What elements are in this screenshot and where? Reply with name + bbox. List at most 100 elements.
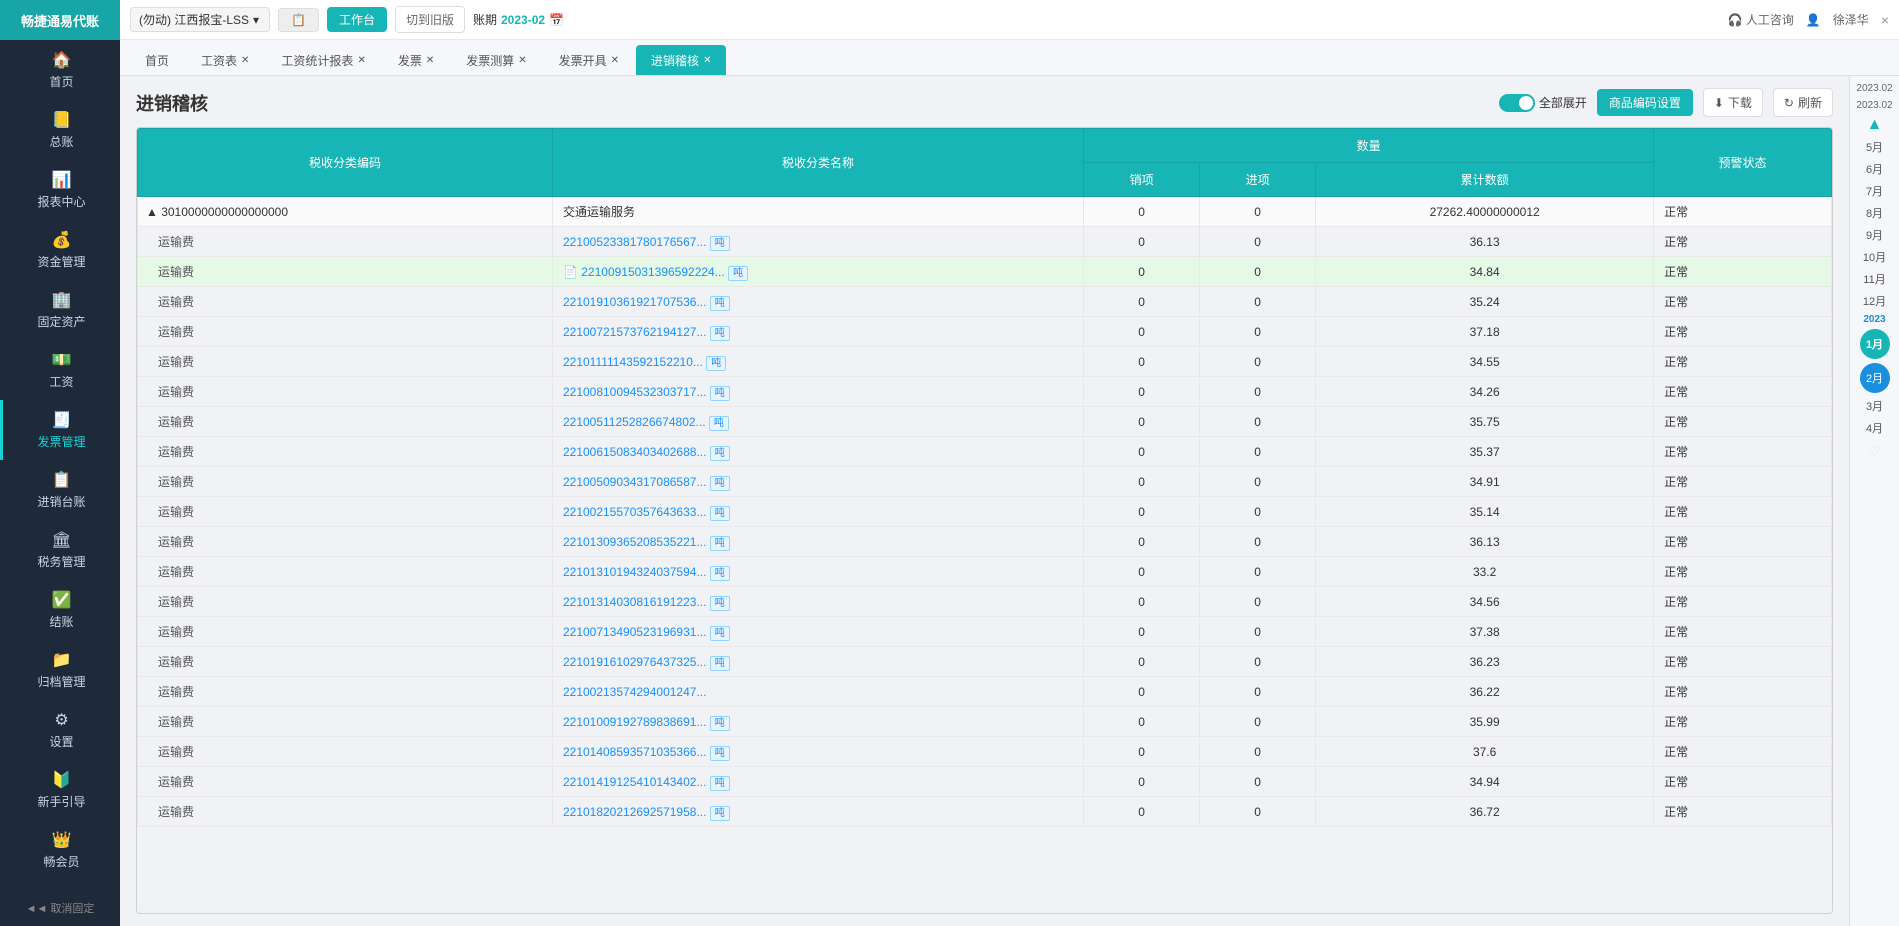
tab-close-icon[interactable]: ✕ bbox=[518, 55, 526, 66]
col-header-purchase: 进项 bbox=[1200, 163, 1316, 197]
table-row[interactable]: 运输费 22101820212692571958... 吨 0 0 36.72 … bbox=[138, 797, 1832, 827]
sidebar-item-capital[interactable]: 💰 资金管理 bbox=[0, 220, 120, 280]
cell-invoice-no: 22101310194324037594... 吨 bbox=[552, 557, 1083, 587]
sidebar-item-invoice[interactable]: 🧾 发票管理 bbox=[0, 400, 120, 460]
table-row[interactable]: 运输费 22100721573762194127... 吨 0 0 37.18 … bbox=[138, 317, 1832, 347]
tab-close-icon[interactable]: ✕ bbox=[703, 55, 711, 66]
cell-invoice-no: 22101309365208535221... 吨 bbox=[552, 527, 1083, 557]
tab-invoice-calc[interactable]: 发票测算 ✕ bbox=[451, 45, 541, 75]
sidebar-item-guide[interactable]: 🔰 新手引导 bbox=[0, 760, 120, 820]
sidebar-item-archive[interactable]: 📁 归档管理 bbox=[0, 640, 120, 700]
table-row[interactable]: 运输费 22101309365208535221... 吨 0 0 36.13 … bbox=[138, 527, 1832, 557]
sidebar-item-purchase[interactable]: 📋 进销台账 bbox=[0, 460, 120, 520]
tab-home[interactable]: 首页 bbox=[130, 45, 184, 75]
month-6[interactable]: 6月 bbox=[1852, 158, 1897, 180]
month-2-active[interactable]: 2月 bbox=[1860, 363, 1890, 393]
sidebar-unpin[interactable]: ◄◄ 取消固定 bbox=[0, 890, 120, 926]
sidebar-item-settings[interactable]: ⚙ 设置 bbox=[0, 700, 120, 760]
copy-button[interactable]: 📋 bbox=[278, 8, 319, 32]
table-row[interactable]: 运输费 22100713490523196931... 吨 0 0 37.38 … bbox=[138, 617, 1832, 647]
switch-old-button[interactable]: 切到旧版 bbox=[395, 6, 465, 33]
unit-tag: 吨 bbox=[710, 596, 730, 611]
vip-icon: 👑 bbox=[52, 830, 72, 850]
table-row[interactable]: 运输费 22101111143592152210... 吨 0 0 34.55 … bbox=[138, 347, 1832, 377]
right-calendar-panel: 2023.02 2023.02 ▲ 5月 6月 7月 8月 9月 10月 11月… bbox=[1849, 76, 1899, 926]
calendar-icon[interactable]: 📅 bbox=[549, 13, 564, 27]
tab-invoice-issue[interactable]: 发票开具 ✕ bbox=[544, 45, 634, 75]
sidebar-item-vip[interactable]: 👑 畅会员 bbox=[0, 820, 120, 880]
refresh-button[interactable]: ↻ 刷新 bbox=[1773, 88, 1833, 117]
month-10[interactable]: 10月 bbox=[1852, 246, 1897, 268]
company-label: (勿动) 江西报宝-LSS bbox=[139, 11, 249, 28]
cell-status: 正常 bbox=[1654, 767, 1832, 797]
cell-status: 正常 bbox=[1654, 287, 1832, 317]
cell-invoice-no: 22101408593571035366... 吨 bbox=[552, 737, 1083, 767]
company-selector[interactable]: (勿动) 江西报宝-LSS ▾ bbox=[130, 7, 270, 32]
table-row[interactable]: 运输费 22100523381780176567... 吨 0 0 36.13 … bbox=[138, 227, 1832, 257]
tab-salary-report[interactable]: 工资统计报表 ✕ bbox=[266, 45, 380, 75]
table-row[interactable]: 运输费 22101916102976437325... 吨 0 0 36.23 … bbox=[138, 647, 1832, 677]
user-avatar[interactable]: 👤 bbox=[1806, 13, 1821, 27]
cell-tax-code: 运输费 bbox=[138, 377, 553, 407]
unit-tag: 吨 bbox=[710, 626, 730, 641]
tab-close-icon[interactable]: ✕ bbox=[426, 55, 434, 66]
cell-sale: 0 bbox=[1084, 497, 1200, 527]
month-11[interactable]: 11月 bbox=[1852, 268, 1897, 290]
download-button[interactable]: ⬇ 下载 bbox=[1703, 88, 1763, 117]
tab-close-icon[interactable]: ✕ bbox=[357, 55, 365, 66]
unit-tag: 吨 bbox=[728, 266, 748, 281]
month-8[interactable]: 8月 bbox=[1852, 202, 1897, 224]
cell-purchase: 0 bbox=[1200, 677, 1316, 707]
table-row[interactable]: 运输费 22100511252826674802... 吨 0 0 35.75 … bbox=[138, 407, 1832, 437]
month-12[interactable]: 12月 bbox=[1852, 290, 1897, 312]
toggle-switch[interactable] bbox=[1499, 94, 1535, 112]
table-row[interactable]: 运输费 22100215570357643633... 吨 0 0 35.14 … bbox=[138, 497, 1832, 527]
up-arrow[interactable]: ▲ bbox=[1865, 114, 1885, 136]
month-4[interactable]: 4月 bbox=[1852, 417, 1897, 439]
table-row[interactable]: 运输费 22101910361921707536... 吨 0 0 35.24 … bbox=[138, 287, 1832, 317]
table-row[interactable]: 运输费 22100810094532303717... 吨 0 0 34.26 … bbox=[138, 377, 1832, 407]
table-row[interactable]: 运输费 22101408593571035366... 吨 0 0 37.6 正… bbox=[138, 737, 1832, 767]
cell-sale: 0 bbox=[1084, 377, 1200, 407]
sidebar-item-home[interactable]: 🏠 首页 bbox=[0, 40, 120, 100]
table-row[interactable]: 运输费 22101314030816191223... 吨 0 0 34.56 … bbox=[138, 587, 1832, 617]
close-button[interactable]: × bbox=[1881, 12, 1889, 28]
table-row[interactable]: 运输费 22101310194324037594... 吨 0 0 33.2 正… bbox=[138, 557, 1832, 587]
month-7[interactable]: 7月 bbox=[1852, 180, 1897, 202]
sidebar-item-settle[interactable]: ✅ 结账 bbox=[0, 580, 120, 640]
tab-purchase-check[interactable]: 进销稽核 ✕ bbox=[636, 45, 726, 75]
table-row[interactable]: 运输费 22101419125410143402... 吨 0 0 34.94 … bbox=[138, 767, 1832, 797]
sidebar-item-assets[interactable]: 🏢 固定资产 bbox=[0, 280, 120, 340]
tab-invoice[interactable]: 发票 ✕ bbox=[383, 45, 449, 75]
cell-invoice-no: 22100713490523196931... 吨 bbox=[552, 617, 1083, 647]
table-row[interactable]: 运输费 22100509034317086587... 吨 0 0 34.91 … bbox=[138, 467, 1832, 497]
sidebar-item-report[interactable]: 📊 报表中心 bbox=[0, 160, 120, 220]
tab-bar: 首页 工资表 ✕ 工资统计报表 ✕ 发票 ✕ 发票测算 ✕ 发票开具 ✕ 进销稽… bbox=[120, 40, 1899, 76]
cell-cumulative: 34.94 bbox=[1316, 767, 1654, 797]
ledger-icon: 📒 bbox=[52, 110, 72, 130]
sidebar-item-salary[interactable]: 💵 工资 bbox=[0, 340, 120, 400]
month-3[interactable]: 3月 bbox=[1852, 395, 1897, 417]
cell-tax-code: 运输费 bbox=[138, 617, 553, 647]
cell-status: 正常 bbox=[1654, 227, 1832, 257]
tab-close-icon[interactable]: ✕ bbox=[241, 55, 249, 66]
month-9[interactable]: 9月 bbox=[1852, 224, 1897, 246]
month-5[interactable]: 5月 bbox=[1852, 136, 1897, 158]
settings-button[interactable]: 商品编码设置 bbox=[1597, 89, 1693, 116]
tab-salary[interactable]: 工资表 ✕ bbox=[186, 45, 264, 75]
table-row[interactable]: 运输费 22100615083403402688... 吨 0 0 35.37 … bbox=[138, 437, 1832, 467]
table-row[interactable]: 运输费 📄 22100915031396592224... 吨 0 0 34.8… bbox=[138, 257, 1832, 287]
cell-cumulative: 36.23 bbox=[1316, 647, 1654, 677]
table-row[interactable]: ▲ 3010000000000000000 交通运输服务 0 0 27262.4… bbox=[138, 197, 1832, 227]
month-1[interactable]: 1月 bbox=[1860, 329, 1890, 359]
tab-close-icon[interactable]: ✕ bbox=[611, 55, 619, 66]
table-row[interactable]: 运输费 22100213574294001247... 0 0 36.22 正常 bbox=[138, 677, 1832, 707]
cell-sale: 0 bbox=[1084, 797, 1200, 827]
table-row[interactable]: 运输费 22101009192789838691... 吨 0 0 35.99 … bbox=[138, 707, 1832, 737]
sidebar-item-tax[interactable]: 🏛 税务管理 bbox=[0, 520, 120, 580]
user-service-link[interactable]: 🎧 人工咨询 bbox=[1728, 11, 1794, 28]
workspace-button[interactable]: 工作台 bbox=[327, 7, 387, 32]
sidebar-item-ledger[interactable]: 📒 总账 bbox=[0, 100, 120, 160]
cell-invoice-no: 22101314030816191223... 吨 bbox=[552, 587, 1083, 617]
toggle-expand[interactable]: 全部展开 bbox=[1499, 94, 1587, 112]
